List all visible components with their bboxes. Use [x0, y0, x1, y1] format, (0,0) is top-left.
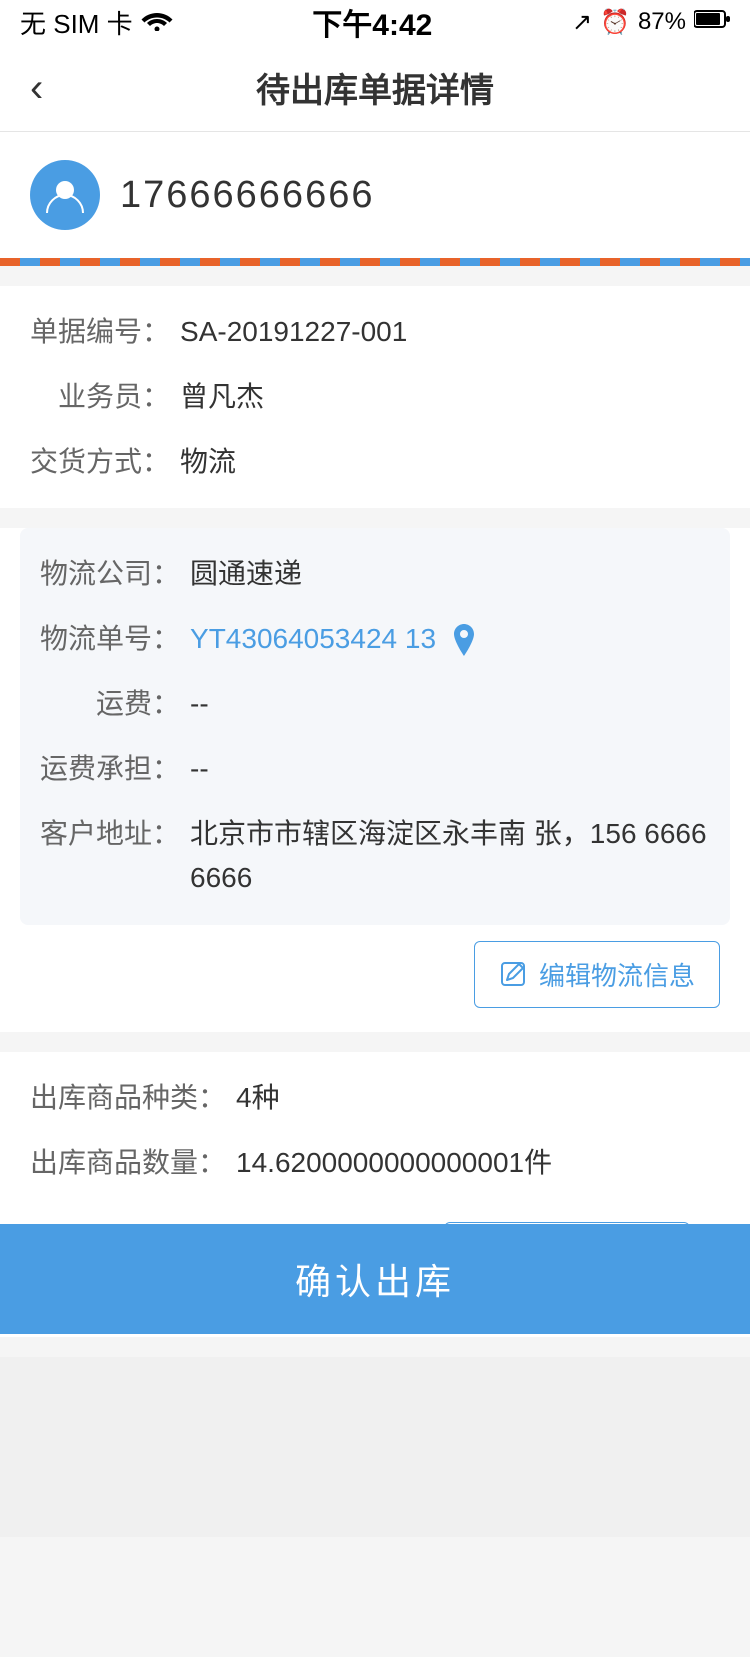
customer-phone: 17666666666	[120, 174, 374, 217]
document-section: 单据编号： SA-20191227-001 业务员： 曾凡杰 交货方式： 物流	[0, 286, 750, 508]
logistics-section: 物流公司： 圆通速递 物流单号： YT43064053424 13 运费： --	[0, 528, 750, 1032]
battery-level: 87%	[638, 8, 686, 36]
status-right: ↗ ⏰ 87%	[572, 8, 730, 37]
logistics-card: 物流公司： 圆通速递 物流单号： YT43064053424 13 运费： --	[20, 528, 730, 925]
goods-type-row: 出库商品种类： 4种	[30, 1076, 720, 1121]
address-row: 客户地址： 北京市市辖区海淀区永丰南 张，156 6666 6666	[40, 812, 710, 902]
freight-bearer-label: 运费承担：	[40, 747, 180, 792]
goods-quantity-value: 14.6200000000000001件	[226, 1141, 720, 1186]
back-button[interactable]: ‹	[30, 68, 43, 108]
confirm-button[interactable]: 确认出库	[295, 1253, 455, 1305]
avatar	[30, 160, 100, 230]
logistics-tracking-value: YT43064053424 13	[180, 617, 710, 662]
delivery-type-row: 交货方式： 物流	[30, 440, 720, 485]
freight-label: 运费：	[40, 682, 180, 727]
battery-icon	[694, 8, 730, 36]
freight-row: 运费： --	[40, 682, 710, 727]
location-pin-icon	[446, 622, 482, 658]
goods-quantity-label: 出库商品数量：	[30, 1141, 226, 1186]
edit-logistics-row: 编辑物流信息	[0, 925, 750, 1032]
freight-bearer-value: --	[180, 747, 710, 792]
sales-person-label: 业务员：	[30, 375, 170, 420]
logistics-company-value: 圆通速递	[180, 552, 710, 597]
document-number-value: SA-20191227-001	[170, 310, 720, 355]
goods-quantity-row: 出库商品数量： 14.6200000000000001件	[30, 1141, 720, 1186]
document-number-label: 单据编号：	[30, 310, 170, 355]
alarm-icon: ⏰	[600, 8, 630, 37]
status-left: 无 SIM 卡	[20, 4, 173, 41]
goods-type-label: 出库商品种类：	[30, 1076, 226, 1121]
sales-person-row: 业务员： 曾凡杰	[30, 375, 720, 420]
document-number-row: 单据编号： SA-20191227-001	[30, 310, 720, 355]
delivery-type-value: 物流	[170, 440, 720, 485]
nav-bar: ‹ 待出库单据详情	[0, 44, 750, 132]
freight-bearer-row: 运费承担： --	[40, 747, 710, 792]
page-title: 待出库单据详情	[256, 63, 494, 112]
address-label: 客户地址：	[40, 812, 180, 857]
sim-status: 无 SIM 卡	[20, 4, 133, 41]
sales-person-value: 曾凡杰	[170, 375, 720, 420]
logistics-tracking-row: 物流单号： YT43064053424 13	[40, 617, 710, 662]
goods-type-value: 4种	[226, 1076, 720, 1121]
bottom-bar: 确认出库	[0, 1224, 750, 1334]
dashed-divider	[0, 258, 750, 266]
content: 17666666666 单据编号： SA-20191227-001 业务员： 曾…	[0, 132, 750, 1657]
logistics-tracking-label: 物流单号：	[40, 617, 180, 662]
logistics-company-label: 物流公司：	[40, 552, 180, 597]
edit-icon	[499, 960, 529, 990]
logistics-company-row: 物流公司： 圆通速递	[40, 552, 710, 597]
gray-fill-area	[0, 1357, 750, 1537]
wifi-icon	[141, 7, 173, 38]
address-value: 北京市市辖区海淀区永丰南 张，156 6666 6666	[180, 812, 710, 902]
edit-logistics-button[interactable]: 编辑物流信息	[474, 941, 720, 1008]
delivery-type-label: 交货方式：	[30, 440, 170, 485]
customer-header: 17666666666	[0, 132, 750, 258]
status-time: 下午4:42	[312, 0, 432, 44]
freight-value: --	[180, 682, 710, 727]
location-arrow-icon: ↗	[572, 8, 592, 37]
status-bar: 无 SIM 卡 下午4:42 ↗ ⏰ 87%	[0, 0, 750, 44]
